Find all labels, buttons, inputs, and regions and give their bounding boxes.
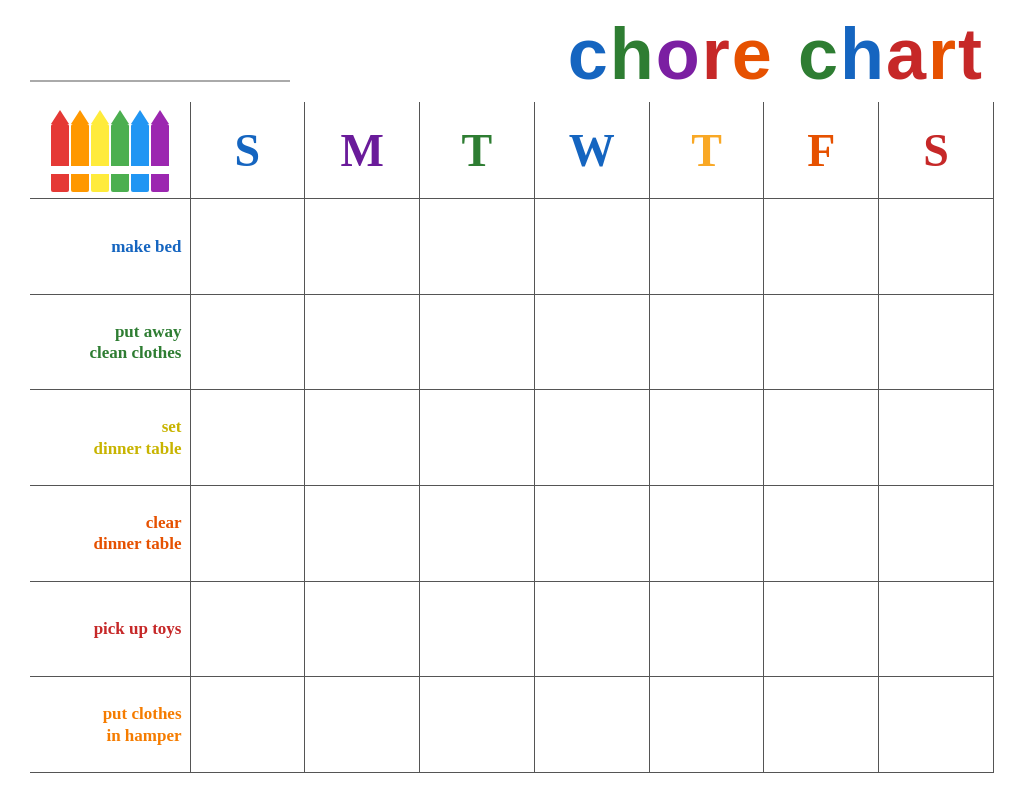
crayon [51, 110, 69, 192]
day-header: T [649, 102, 764, 199]
chore-cell[interactable] [764, 199, 879, 295]
chore-cell[interactable] [764, 485, 879, 581]
title-letter: e [732, 18, 774, 90]
day-header: F [764, 102, 879, 199]
crayon [151, 110, 169, 192]
chore-cell[interactable] [764, 294, 879, 390]
day-header: M [305, 102, 420, 199]
title-letter: o [656, 18, 702, 90]
chore-label: make bed [30, 199, 190, 295]
chore-cell[interactable] [764, 581, 879, 677]
crayon [131, 110, 149, 192]
chore-cell[interactable] [764, 390, 879, 486]
chore-row: put awayclean clothes [30, 294, 994, 390]
title-letter: h [840, 18, 886, 90]
chore-cell[interactable] [305, 485, 420, 581]
chore-row: setdinner table [30, 390, 994, 486]
chore-cell[interactable] [305, 677, 420, 773]
chore-cell[interactable] [879, 581, 994, 677]
chore-cell[interactable] [649, 390, 764, 486]
chore-row: cleardinner table [30, 485, 994, 581]
chore-cell[interactable] [879, 390, 994, 486]
chore-cell[interactable] [420, 581, 535, 677]
crayon [91, 110, 109, 192]
crayon [111, 110, 129, 192]
chore-cell[interactable] [305, 199, 420, 295]
crayon-cell [30, 102, 190, 199]
chore-cell[interactable] [420, 677, 535, 773]
chore-cell[interactable] [534, 390, 649, 486]
chore-label: cleardinner table [30, 485, 190, 581]
chore-cell[interactable] [649, 294, 764, 390]
chore-cell[interactable] [649, 581, 764, 677]
title-letter: h [610, 18, 656, 90]
chore-cell[interactable] [649, 485, 764, 581]
chore-cell[interactable] [879, 199, 994, 295]
chore-cell[interactable] [420, 294, 535, 390]
chore-row: put clothesin hamper [30, 677, 994, 773]
day-header: S [190, 102, 305, 199]
chore-cell[interactable] [534, 294, 649, 390]
chore-table: SMTWTFS make bedput awayclean clothesset… [30, 102, 994, 773]
chore-cell[interactable] [190, 199, 305, 295]
chore-cell[interactable] [420, 485, 535, 581]
title-letter: r [928, 18, 958, 90]
chore-row: make bed [30, 199, 994, 295]
day-header: W [534, 102, 649, 199]
chore-label: setdinner table [30, 390, 190, 486]
chore-label: put clothesin hamper [30, 677, 190, 773]
chore-label: pick up toys [30, 581, 190, 677]
chore-cell[interactable] [305, 390, 420, 486]
chore-cell[interactable] [190, 390, 305, 486]
crayon [71, 110, 89, 192]
chore-cell[interactable] [879, 294, 994, 390]
chore-cell[interactable] [420, 390, 535, 486]
day-header: S [879, 102, 994, 199]
chore-cell[interactable] [420, 199, 535, 295]
name-line [30, 80, 290, 82]
chore-cell[interactable] [190, 485, 305, 581]
chore-cell[interactable] [190, 581, 305, 677]
chore-cell[interactable] [764, 677, 879, 773]
chore-row: pick up toys [30, 581, 994, 677]
title-area: chorechart [30, 18, 994, 90]
chore-label: put awayclean clothes [30, 294, 190, 390]
chore-cell[interactable] [879, 677, 994, 773]
header-row: SMTWTFS [30, 102, 994, 199]
chore-cell[interactable] [305, 294, 420, 390]
chart-container: SMTWTFS make bedput awayclean clothesset… [30, 102, 994, 773]
title-letter: r [702, 18, 732, 90]
chore-cell[interactable] [649, 677, 764, 773]
chore-cell[interactable] [305, 581, 420, 677]
chore-cell[interactable] [534, 677, 649, 773]
day-header: T [420, 102, 535, 199]
chore-cell[interactable] [190, 294, 305, 390]
chore-cell[interactable] [534, 581, 649, 677]
title-letter: c [798, 18, 840, 90]
chore-cell[interactable] [649, 199, 764, 295]
chore-cell[interactable] [534, 199, 649, 295]
chore-cell[interactable] [190, 677, 305, 773]
chore-cell[interactable] [534, 485, 649, 581]
title-letter: c [568, 18, 610, 90]
title-letter: a [886, 18, 928, 90]
title-letter: t [958, 18, 984, 90]
chore-chart-title: chorechart [568, 18, 984, 90]
chore-cell[interactable] [879, 485, 994, 581]
